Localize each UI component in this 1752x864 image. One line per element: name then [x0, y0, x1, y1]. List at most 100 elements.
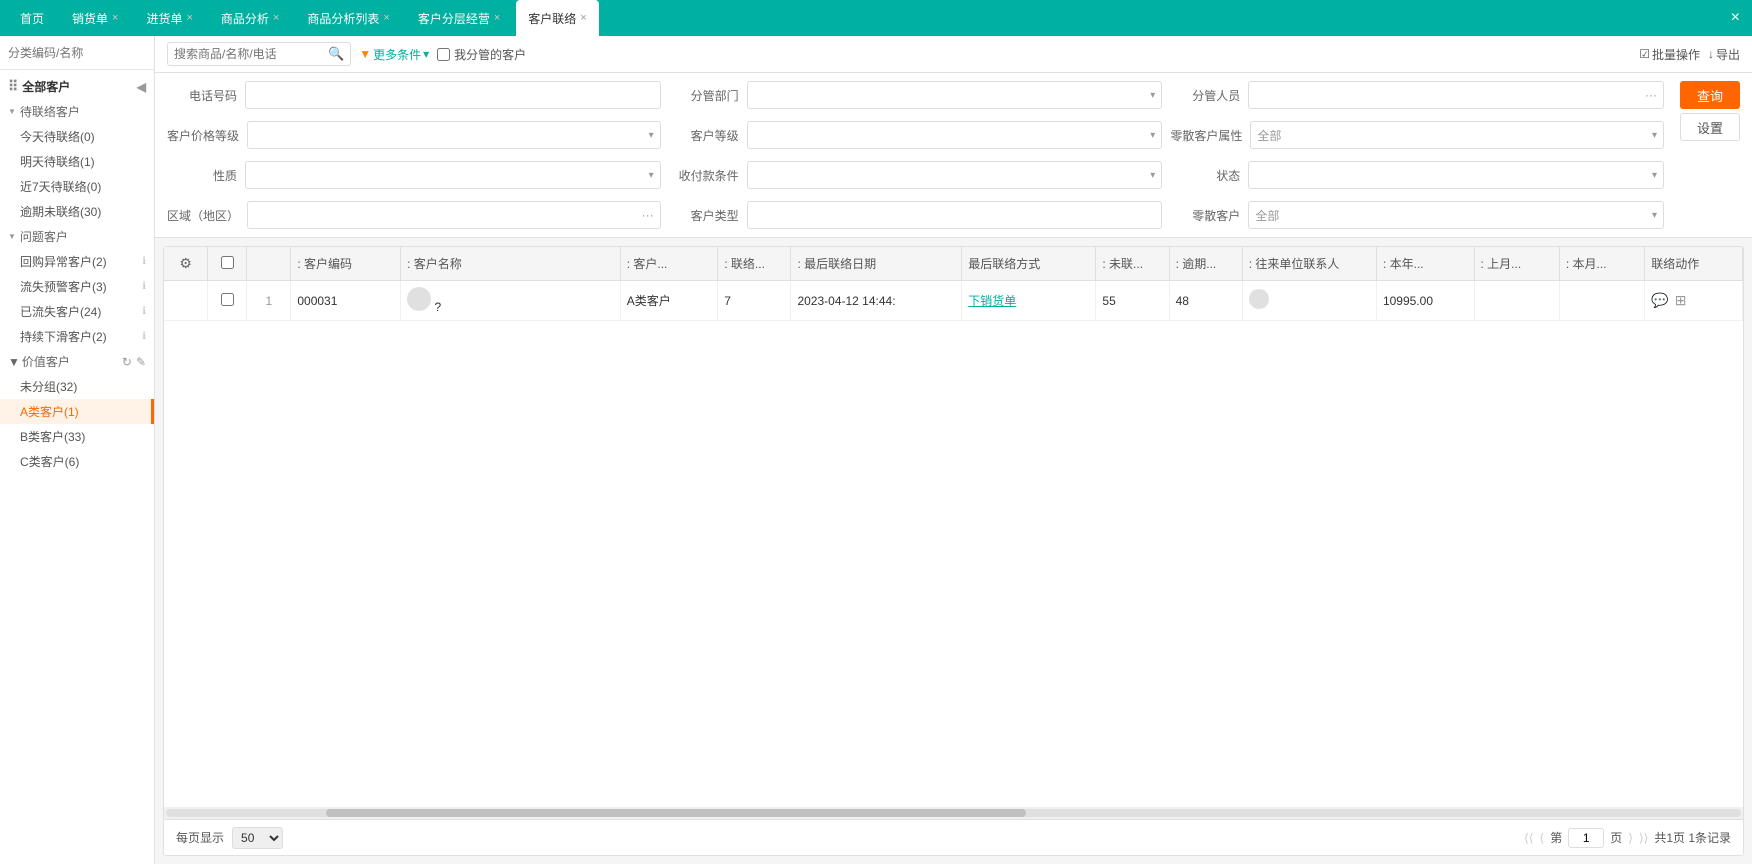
select-all-checkbox[interactable]: [221, 256, 234, 269]
my-customers-checkbox[interactable]: [437, 48, 450, 61]
next-page-btn[interactable]: ⟩: [1628, 831, 1633, 845]
filter-retail-attr-select[interactable]: 全部 ▾: [1250, 121, 1664, 149]
sidebar-item-b-class[interactable]: B类客户(33): [0, 424, 154, 449]
filter-region-select[interactable]: ···: [247, 201, 661, 229]
filter-phone: 电话号码: [167, 81, 661, 109]
filter-phone-input[interactable]: [245, 81, 661, 109]
nav-sales-order[interactable]: 销货单 ×: [60, 0, 130, 36]
sidebar-item-today[interactable]: 今天待联络(0): [0, 124, 154, 149]
filter-retail-attr: 零散客户属性 全部 ▾: [1170, 121, 1664, 149]
last-method-link[interactable]: 下销货单: [968, 294, 1016, 308]
page-number-input[interactable]: [1568, 828, 1604, 848]
table-header-overdue: : 逾期...: [1169, 247, 1242, 281]
table-scroll[interactable]: ⚙ : 客户编码 : 客户名称: [164, 247, 1743, 807]
row-last-date: 2023-04-12 14:44:: [791, 281, 962, 321]
filter-nature-select[interactable]: ▾: [245, 161, 661, 189]
filter-customer-type-input[interactable]: [747, 201, 1163, 229]
pagination: 每页显示 50 100 200 ⟨⟨ ⟨ 第 页 ⟩ ⟩⟩ 共1页 1条记录: [164, 819, 1743, 855]
qrcode-icon[interactable]: ⊞: [1675, 292, 1687, 309]
sidebar-item-churn-warning[interactable]: 流失预警客户(3) ℹ: [0, 274, 154, 299]
scrollbar-thumb[interactable]: [326, 809, 1026, 817]
edit-icon[interactable]: ✎: [136, 355, 146, 369]
sidebar-search-input[interactable]: [8, 46, 155, 60]
filter-price-level-select[interactable]: ▾: [247, 121, 661, 149]
avatar: [1249, 289, 1269, 309]
data-table: ⚙ : 客户编码 : 客户名称: [164, 247, 1743, 321]
table-header-check: [208, 247, 247, 281]
filter-row-1: 电话号码 分管部门 ▾ 分管人员: [167, 81, 1664, 109]
content-area: 🔍 ▼ 更多条件 ▾ 我分管的客户 ☑ 批量操作 ↓ 导出: [155, 36, 1752, 864]
sidebar-item-churned[interactable]: 已流失客户(24) ℹ: [0, 299, 154, 324]
row-checkbox[interactable]: [221, 293, 234, 306]
sidebar-item-ungrouped[interactable]: 未分组(32): [0, 374, 154, 399]
triangle-icon: ▼: [8, 355, 20, 369]
info-icon: ℹ: [142, 256, 146, 267]
per-page-select[interactable]: 50 100 200: [232, 827, 283, 849]
row-code: 000031: [291, 281, 401, 321]
sidebar-item-repurchase[interactable]: 回购异常客户(2) ℹ: [0, 249, 154, 274]
row-unit-contact: [1242, 281, 1376, 321]
chevron-down-icon: ▾: [1150, 90, 1155, 101]
horizontal-scrollbar[interactable]: [164, 807, 1743, 819]
filter-payment-select[interactable]: ▾: [747, 161, 1163, 189]
chevron-down-icon: ▾: [649, 130, 654, 141]
filter-person-select[interactable]: ···: [1248, 81, 1664, 109]
check-icon: ☑: [1639, 47, 1650, 61]
prev-page-btn[interactable]: ⟨: [1540, 831, 1545, 845]
query-button[interactable]: 查询: [1680, 81, 1740, 109]
dots-icon: ···: [642, 208, 654, 222]
sidebar-item-7days[interactable]: 近7天待联络(0): [0, 174, 154, 199]
scrollbar-track: [166, 809, 1741, 817]
close-icon[interactable]: ×: [383, 12, 389, 24]
filter-dept: 分管部门 ▾: [669, 81, 1163, 109]
filter-icon: ▼: [359, 47, 371, 61]
toolbar-right: ☑ 批量操作 ↓ 导出: [1639, 46, 1740, 63]
table-row: 1 000031 ? A类客户 7 2023-04-12 14:44: 下销货单: [164, 281, 1743, 321]
sidebar-section-pending[interactable]: ▼ 待联络客户: [0, 99, 154, 124]
setting-button[interactable]: 设置: [1680, 113, 1740, 141]
close-icon[interactable]: ×: [494, 12, 500, 24]
filter-status-select[interactable]: ▾: [1248, 161, 1664, 189]
chat-icon[interactable]: 💬: [1651, 292, 1668, 309]
table-header-this-year: : 本年...: [1376, 247, 1474, 281]
close-all-tabs[interactable]: ×: [1731, 9, 1740, 27]
table-header-action: 联络动作: [1645, 247, 1743, 281]
sidebar-item-tomorrow[interactable]: 明天待联络(1): [0, 149, 154, 174]
filter-retail-customer-select[interactable]: 全部 ▾: [1248, 201, 1664, 229]
dots-icon: ···: [1645, 88, 1657, 102]
sidebar-all-customers-header: ⠿ 全部客户 ◀: [0, 70, 154, 99]
nav-purchase-order[interactable]: 进货单 ×: [134, 0, 204, 36]
sidebar-item-a-class[interactable]: A类客户(1): [0, 399, 154, 424]
sidebar-item-c-class[interactable]: C类客户(6): [0, 449, 154, 474]
filter-customer-level-select[interactable]: ▾: [747, 121, 1163, 149]
toolbar-search-input[interactable]: [174, 47, 324, 61]
table-header-category: : 客户...: [620, 247, 718, 281]
batch-op-btn[interactable]: ☑ 批量操作: [1639, 46, 1700, 63]
first-page-btn[interactable]: ⟨⟨: [1524, 831, 1533, 845]
last-page-btn[interactable]: ⟩⟩: [1639, 831, 1648, 845]
chevron-down-icon: ▾: [1652, 170, 1657, 181]
sidebar-collapse-icon[interactable]: ◀: [137, 80, 146, 94]
export-btn[interactable]: ↓ 导出: [1708, 46, 1740, 63]
nav-customer-contact[interactable]: 客户联络 ×: [516, 0, 598, 36]
close-icon[interactable]: ×: [112, 12, 118, 24]
close-icon[interactable]: ×: [186, 12, 192, 24]
more-filters-btn[interactable]: ▼ 更多条件 ▾: [359, 46, 429, 63]
settings-icon[interactable]: ⚙: [179, 255, 192, 271]
row-last-method: 下销货单: [962, 281, 1096, 321]
nav-customer-layer[interactable]: 客户分层经营 ×: [406, 0, 512, 36]
search-icon[interactable]: 🔍: [328, 46, 344, 62]
table-header-num: [247, 247, 291, 281]
sidebar-item-overdue[interactable]: 逾期未联络(30): [0, 199, 154, 224]
refresh-icon[interactable]: ↻: [122, 355, 132, 369]
nav-product-analysis[interactable]: 商品分析 ×: [209, 0, 291, 36]
filter-dept-select[interactable]: ▾: [747, 81, 1163, 109]
nav-home[interactable]: 首页: [8, 0, 56, 36]
nav-product-analysis-list[interactable]: 商品分析列表 ×: [295, 0, 401, 36]
close-icon[interactable]: ×: [580, 12, 586, 24]
info-icon: ℹ: [142, 306, 146, 317]
sidebar-section-problem[interactable]: ▼ 问题客户: [0, 224, 154, 249]
close-icon[interactable]: ×: [273, 12, 279, 24]
sidebar-item-declining[interactable]: 持续下滑客户(2) ℹ: [0, 324, 154, 349]
triangle-icon: ▼: [8, 107, 16, 116]
